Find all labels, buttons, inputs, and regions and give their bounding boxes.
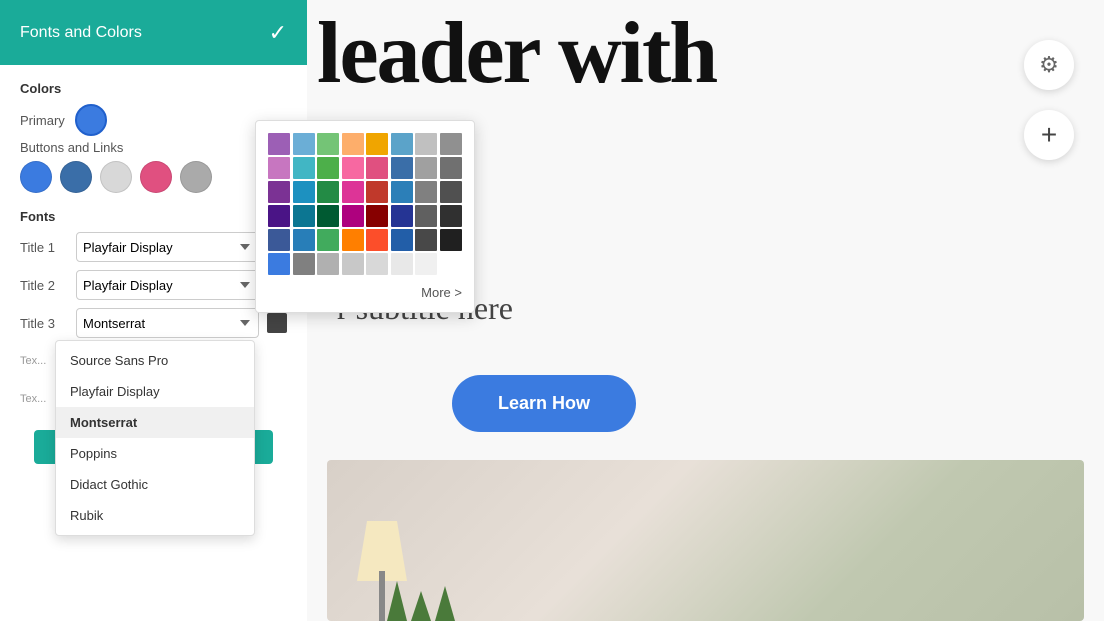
more-colors-link[interactable]: More > <box>268 285 462 300</box>
color-cell[interactable] <box>391 133 413 155</box>
font-label-title3: Title 3 <box>20 316 68 331</box>
color-cell[interactable] <box>415 133 437 155</box>
color-cell[interactable] <box>440 157 462 179</box>
swatch-gray[interactable] <box>180 161 212 193</box>
color-cell[interactable] <box>440 229 462 251</box>
primary-row: Primary <box>20 104 287 136</box>
font-dropdown: Source Sans Pro Playfair Display Montser… <box>55 340 255 536</box>
font-row-title3: Title 3 Montserrat <box>20 308 287 338</box>
fonts-section-label: Fonts <box>20 209 287 224</box>
swatch-blue[interactable] <box>20 161 52 193</box>
color-cell[interactable] <box>293 157 315 179</box>
learn-how-button[interactable]: Learn How <box>452 375 636 432</box>
sidebar-title: Fonts and Colors <box>20 24 142 42</box>
color-cell[interactable] <box>391 205 413 227</box>
color-cell[interactable] <box>440 205 462 227</box>
gear-button[interactable]: ⚙ <box>1024 40 1074 90</box>
dropdown-item-montserrat[interactable]: Montserrat <box>56 407 254 438</box>
gear-icon: ⚙ <box>1039 52 1059 78</box>
buttons-links-label: Buttons and Links <box>20 140 287 155</box>
dropdown-item-didact[interactable]: Didact Gothic <box>56 469 254 500</box>
color-cell[interactable] <box>268 229 290 251</box>
color-cell[interactable] <box>366 229 388 251</box>
font-label-title2: Title 2 <box>20 278 68 293</box>
color-cell[interactable] <box>317 229 339 251</box>
color-cell[interactable] <box>391 229 413 251</box>
color-cell[interactable] <box>415 205 437 227</box>
color-cell[interactable] <box>440 133 462 155</box>
color-cell[interactable] <box>366 133 388 155</box>
font-color-title3[interactable] <box>267 313 287 333</box>
dropdown-item-rubik[interactable]: Rubik <box>56 500 254 531</box>
color-cell[interactable] <box>317 133 339 155</box>
colors-section: Colors Primary Buttons and Links <box>20 81 287 193</box>
plus-button[interactable]: + <box>1024 110 1074 160</box>
color-cell[interactable] <box>268 205 290 227</box>
color-cell[interactable] <box>440 181 462 203</box>
color-cell[interactable] <box>268 133 290 155</box>
color-cell[interactable] <box>342 229 364 251</box>
sidebar-header: Fonts and Colors ✓ <box>0 0 307 65</box>
color-cell[interactable] <box>391 253 413 275</box>
color-cell[interactable] <box>342 157 364 179</box>
color-cell[interactable] <box>415 181 437 203</box>
color-cell[interactable] <box>317 157 339 179</box>
swatch-pink[interactable] <box>140 161 172 193</box>
color-cell[interactable] <box>366 157 388 179</box>
plus-icon: + <box>1041 119 1057 151</box>
font-label-title1: Title 1 <box>20 240 68 255</box>
color-cell[interactable] <box>268 253 290 275</box>
color-cell[interactable] <box>366 205 388 227</box>
font-select-title2[interactable]: Playfair Display <box>76 270 259 300</box>
color-cell[interactable] <box>268 157 290 179</box>
color-cell[interactable] <box>415 253 437 275</box>
color-cell[interactable] <box>342 181 364 203</box>
color-swatches-row <box>20 161 287 193</box>
swatch-light-gray[interactable] <box>100 161 132 193</box>
check-icon[interactable]: ✓ <box>269 20 287 46</box>
color-cell[interactable] <box>293 229 315 251</box>
color-cell[interactable] <box>391 157 413 179</box>
color-cell[interactable] <box>293 253 315 275</box>
bottom-image <box>327 460 1084 621</box>
dropdown-item-poppins[interactable]: Poppins <box>56 438 254 469</box>
color-cell[interactable] <box>342 133 364 155</box>
color-cell[interactable] <box>317 205 339 227</box>
color-cell[interactable] <box>415 229 437 251</box>
color-cell[interactable] <box>293 205 315 227</box>
color-cell[interactable] <box>293 133 315 155</box>
color-cell[interactable] <box>293 181 315 203</box>
color-cell[interactable] <box>317 253 339 275</box>
tree-2 <box>411 591 431 621</box>
font-select-title3[interactable]: Montserrat <box>76 308 259 338</box>
primary-color-swatch[interactable] <box>75 104 107 136</box>
color-cell[interactable] <box>268 181 290 203</box>
color-cell[interactable] <box>391 181 413 203</box>
colors-section-label: Colors <box>20 81 287 96</box>
font-row-title2: Title 2 Playfair Display <box>20 270 287 300</box>
color-cell[interactable] <box>317 181 339 203</box>
color-cell[interactable] <box>415 157 437 179</box>
lamp-pole <box>379 571 385 621</box>
dropdown-item-source-sans[interactable]: Source Sans Pro <box>56 345 254 376</box>
tree-3 <box>435 586 455 621</box>
color-picker-popup: More > <box>255 120 475 313</box>
font-select-title1[interactable]: Playfair Display <box>76 232 259 262</box>
color-cell[interactable] <box>366 181 388 203</box>
tree-1 <box>387 581 407 621</box>
color-cell[interactable] <box>440 253 462 275</box>
color-cell[interactable] <box>342 205 364 227</box>
font-row-title1: Title 1 Playfair Display <box>20 232 287 262</box>
trees-decoration <box>387 581 455 621</box>
color-cell[interactable] <box>342 253 364 275</box>
color-cell[interactable] <box>366 253 388 275</box>
color-grid <box>268 133 462 275</box>
swatch-dark-blue[interactable] <box>60 161 92 193</box>
dropdown-item-playfair[interactable]: Playfair Display <box>56 376 254 407</box>
primary-label: Primary <box>20 113 65 128</box>
